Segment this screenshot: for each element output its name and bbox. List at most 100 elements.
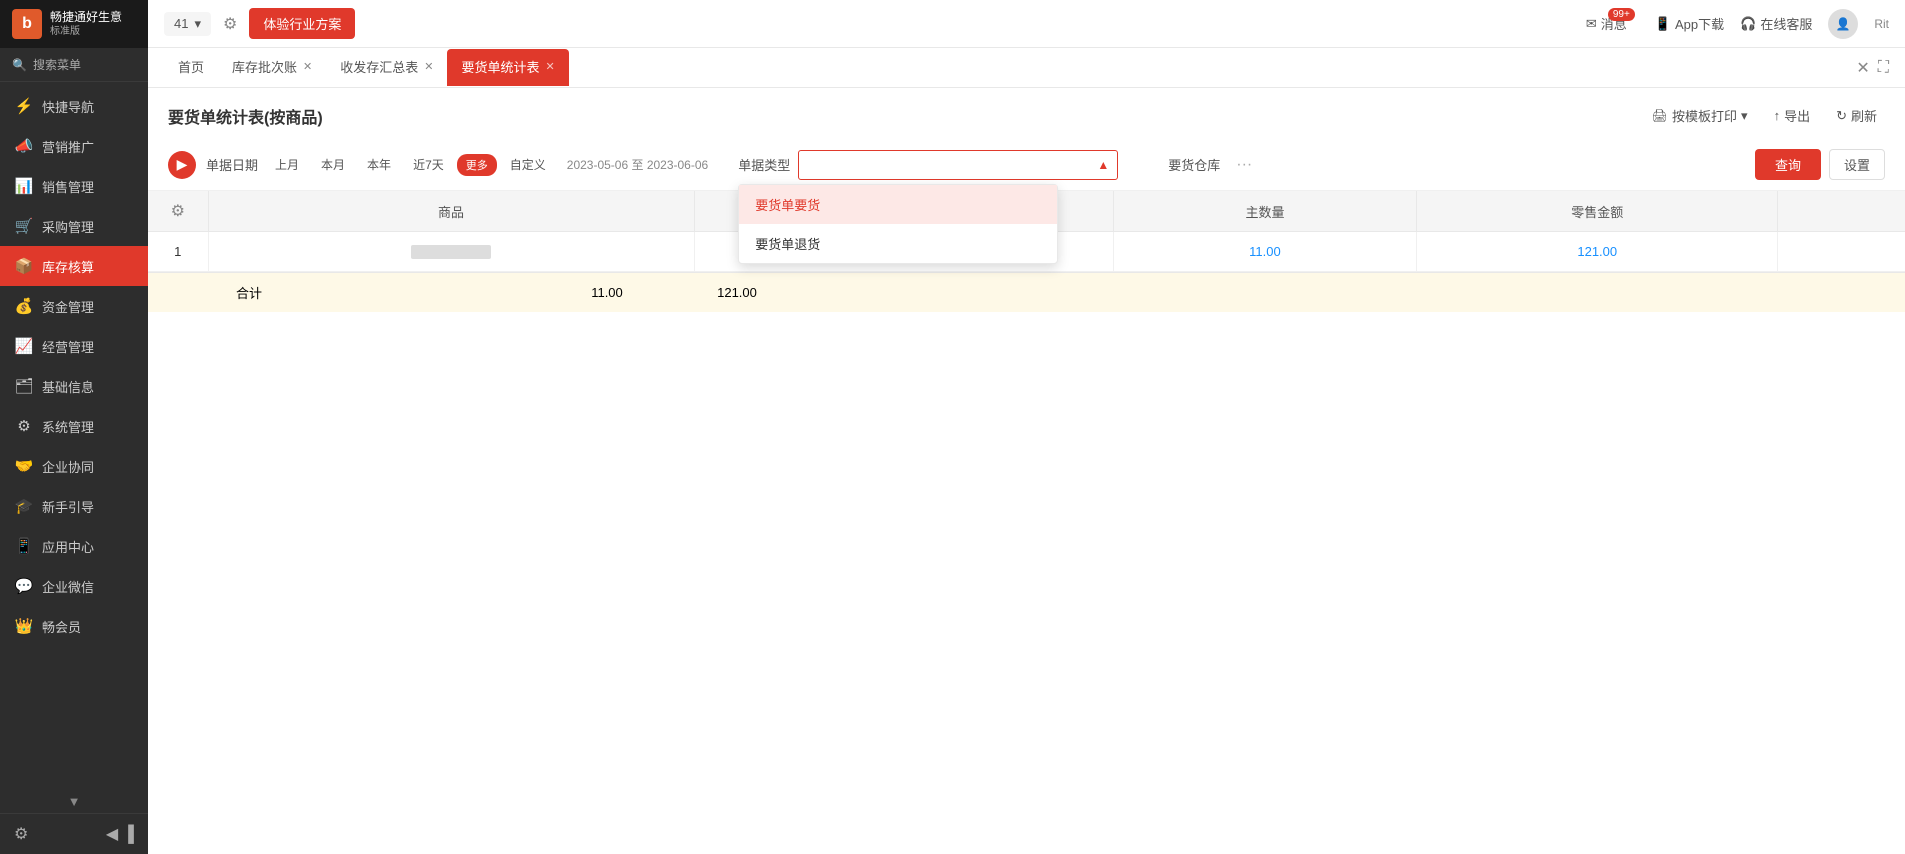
messages-badge: 99+ bbox=[1608, 8, 1635, 21]
sidebar-item-basic[interactable]: 🗂 基础信息 bbox=[0, 366, 148, 406]
sidebar-item-inventory[interactable]: 📦 库存核算 bbox=[0, 246, 148, 286]
search-menu[interactable]: 🔍 搜索菜单 bbox=[0, 48, 148, 82]
system-icon: ⚙ bbox=[14, 416, 34, 436]
dropdown-item-order[interactable]: 要货单要货 bbox=[739, 185, 1057, 224]
column-settings-icon[interactable]: ⚙ bbox=[171, 203, 185, 220]
export-btn[interactable]: ↑ 导出 bbox=[1766, 102, 1819, 129]
sidebar-nav: ⚡ 快捷导航 📣 营销推广 📊 销售管理 🛒 采购管理 📦 库存核算 💰 资金管… bbox=[0, 82, 148, 789]
td-index: 1 bbox=[148, 232, 208, 272]
product-placeholder bbox=[411, 245, 491, 259]
online-service-btn[interactable]: 🎧 在线客服 bbox=[1740, 14, 1812, 33]
footer-row: 合计 11.00 121.00 bbox=[162, 283, 1891, 302]
date-range-display: 2023-05-06 至 2023-06-06 bbox=[567, 156, 708, 173]
sidebar-item-appstore[interactable]: 📱 应用中心 bbox=[0, 526, 148, 566]
warehouse-more-icon[interactable]: ··· bbox=[1236, 156, 1252, 174]
sidebar-scroll-down[interactable]: ▼ bbox=[0, 789, 148, 813]
headset-icon: 🎧 bbox=[1740, 16, 1756, 32]
date-btn-last-month[interactable]: 上月 bbox=[266, 152, 308, 177]
tab-bar-actions: ✕ ⛶ bbox=[1856, 58, 1889, 78]
app-download-btn[interactable]: 📱 App下载 bbox=[1655, 14, 1724, 33]
settings-gear-icon[interactable]: ⚙ bbox=[223, 14, 237, 34]
th-extra bbox=[1778, 191, 1905, 232]
tab-close-all[interactable]: ✕ bbox=[1856, 58, 1869, 78]
tab-order-stat[interactable]: 要货单统计表 ✕ bbox=[447, 49, 568, 86]
print-btn[interactable]: 🖨 按模板打印 ▾ bbox=[1644, 102, 1756, 129]
td-extra bbox=[1778, 232, 1905, 272]
sidebar-item-quick[interactable]: ⚡ 快捷导航 bbox=[0, 86, 148, 126]
query-btn[interactable]: 查询 bbox=[1755, 149, 1821, 180]
type-select-input[interactable]: ▲ bbox=[798, 150, 1118, 180]
filter-actions-right: 查询 设置 bbox=[1755, 149, 1885, 180]
date-btn-this-month[interactable]: 本月 bbox=[312, 152, 354, 177]
sales-icon: 📊 bbox=[14, 176, 34, 196]
filter-toggle-btn[interactable]: ▶ bbox=[168, 151, 196, 179]
app-title: 畅捷通好生意 bbox=[50, 10, 122, 26]
tab-batch[interactable]: 库存批次账 ✕ bbox=[218, 49, 326, 86]
inventory-icon: 📦 bbox=[14, 256, 34, 276]
refresh-icon: ↻ bbox=[1836, 108, 1847, 124]
sidebar-item-marketing[interactable]: 📣 营销推广 bbox=[0, 126, 148, 166]
refresh-btn[interactable]: ↻ 刷新 bbox=[1828, 102, 1885, 129]
export-icon: ↑ bbox=[1774, 108, 1781, 123]
tab-maximize[interactable]: ⛶ bbox=[1878, 59, 1889, 77]
filter-bar: ▶ 单据日期 上月 本月 本年 近7天 更多 自定义 2023-05-06 至 … bbox=[148, 139, 1905, 191]
messages-btn[interactable]: ✉ 消息 99+ bbox=[1586, 14, 1627, 33]
industry-btn[interactable]: 体验行业方案 bbox=[249, 8, 355, 39]
td-amount: 121.00 bbox=[1417, 232, 1778, 272]
sidebar-item-finance[interactable]: 💰 资金管理 bbox=[0, 286, 148, 326]
finance-icon: 💰 bbox=[14, 296, 34, 316]
user-icon: 👤 bbox=[1836, 17, 1851, 31]
collapse-icon[interactable]: ◀ ▐ bbox=[106, 824, 134, 844]
date-btn-this-year[interactable]: 本年 bbox=[358, 152, 400, 177]
page-header: 要货单统计表(按商品) 🖨 按模板打印 ▾ ↑ 导出 ↻ 刷新 bbox=[148, 88, 1905, 139]
vip-icon: 👑 bbox=[14, 616, 34, 636]
tab-batch-close[interactable]: ✕ bbox=[303, 60, 312, 73]
type-selector-area: 单据类型 ▲ 要货单要货 要货单退货 bbox=[738, 150, 1118, 180]
sidebar-footer: ⚙ ◀ ▐ bbox=[0, 813, 148, 854]
dropdown-item-return[interactable]: 要货单退货 bbox=[739, 224, 1057, 263]
sidebar-item-sales[interactable]: 📊 销售管理 bbox=[0, 166, 148, 206]
date-btn-last-7[interactable]: 近7天 bbox=[404, 152, 453, 177]
tab-home[interactable]: 首页 bbox=[164, 49, 218, 86]
store-name: 41 bbox=[174, 16, 188, 31]
th-settings: ⚙ bbox=[148, 191, 208, 232]
footer-amount: 121.00 bbox=[672, 285, 802, 300]
td-product bbox=[208, 232, 694, 272]
guide-icon: 🎓 bbox=[14, 496, 34, 516]
page-title: 要货单统计表(按商品) bbox=[168, 104, 323, 128]
wechat-icon: 💬 bbox=[14, 576, 34, 596]
top-header: 41 ▾ ⚙ 体验行业方案 ✉ 消息 99+ 📱 App下载 🎧 在线客服 👤 bbox=[148, 0, 1905, 48]
settings-icon[interactable]: ⚙ bbox=[14, 824, 28, 844]
store-dropdown-icon: ▾ bbox=[194, 16, 201, 32]
date-label: 单据日期 bbox=[206, 155, 258, 174]
store-selector[interactable]: 41 ▾ bbox=[164, 12, 211, 36]
warehouse-label: 要货仓库 bbox=[1168, 155, 1220, 174]
date-btn-custom[interactable]: 自定义 bbox=[501, 152, 555, 177]
sidebar-item-purchase[interactable]: 🛒 采购管理 bbox=[0, 206, 148, 246]
filter-settings-btn[interactable]: 设置 bbox=[1829, 149, 1885, 180]
appstore-icon: 📱 bbox=[14, 536, 34, 556]
print-icon: 🖨 bbox=[1652, 108, 1669, 124]
tab-bar: 首页 库存批次账 ✕ 收发存汇总表 ✕ 要货单统计表 ✕ ✕ ⛶ bbox=[148, 48, 1905, 88]
sidebar-item-guide[interactable]: 🎓 新手引导 bbox=[0, 486, 148, 526]
purchase-icon: 🛒 bbox=[14, 216, 34, 236]
phone-icon: 📱 bbox=[1655, 16, 1671, 32]
th-product: 商品 bbox=[208, 191, 694, 232]
sidebar-item-vip[interactable]: 👑 畅会员 bbox=[0, 606, 148, 646]
tab-summary-close[interactable]: ✕ bbox=[424, 60, 433, 73]
sidebar-item-enterprise[interactable]: 🤝 企业协同 bbox=[0, 446, 148, 486]
type-label: 单据类型 bbox=[738, 155, 790, 174]
sidebar-item-operation[interactable]: 📈 经营管理 bbox=[0, 326, 148, 366]
sidebar-item-wechat[interactable]: 💬 企业微信 bbox=[0, 566, 148, 606]
td-quantity: 11.00 bbox=[1113, 232, 1416, 272]
avatar[interactable]: 👤 bbox=[1828, 9, 1858, 39]
username-text: Rit bbox=[1874, 17, 1889, 31]
sidebar-item-system[interactable]: ⚙ 系统管理 bbox=[0, 406, 148, 446]
tab-order-stat-close[interactable]: ✕ bbox=[546, 60, 555, 73]
tab-summary[interactable]: 收发存汇总表 ✕ bbox=[326, 49, 447, 86]
date-btn-more[interactable]: 更多 bbox=[457, 154, 497, 176]
quantity-link[interactable]: 11.00 bbox=[1249, 244, 1281, 259]
amount-link[interactable]: 121.00 bbox=[1577, 244, 1617, 259]
message-icon: ✉ bbox=[1586, 16, 1597, 32]
online-service-label: 在线客服 bbox=[1760, 14, 1812, 33]
